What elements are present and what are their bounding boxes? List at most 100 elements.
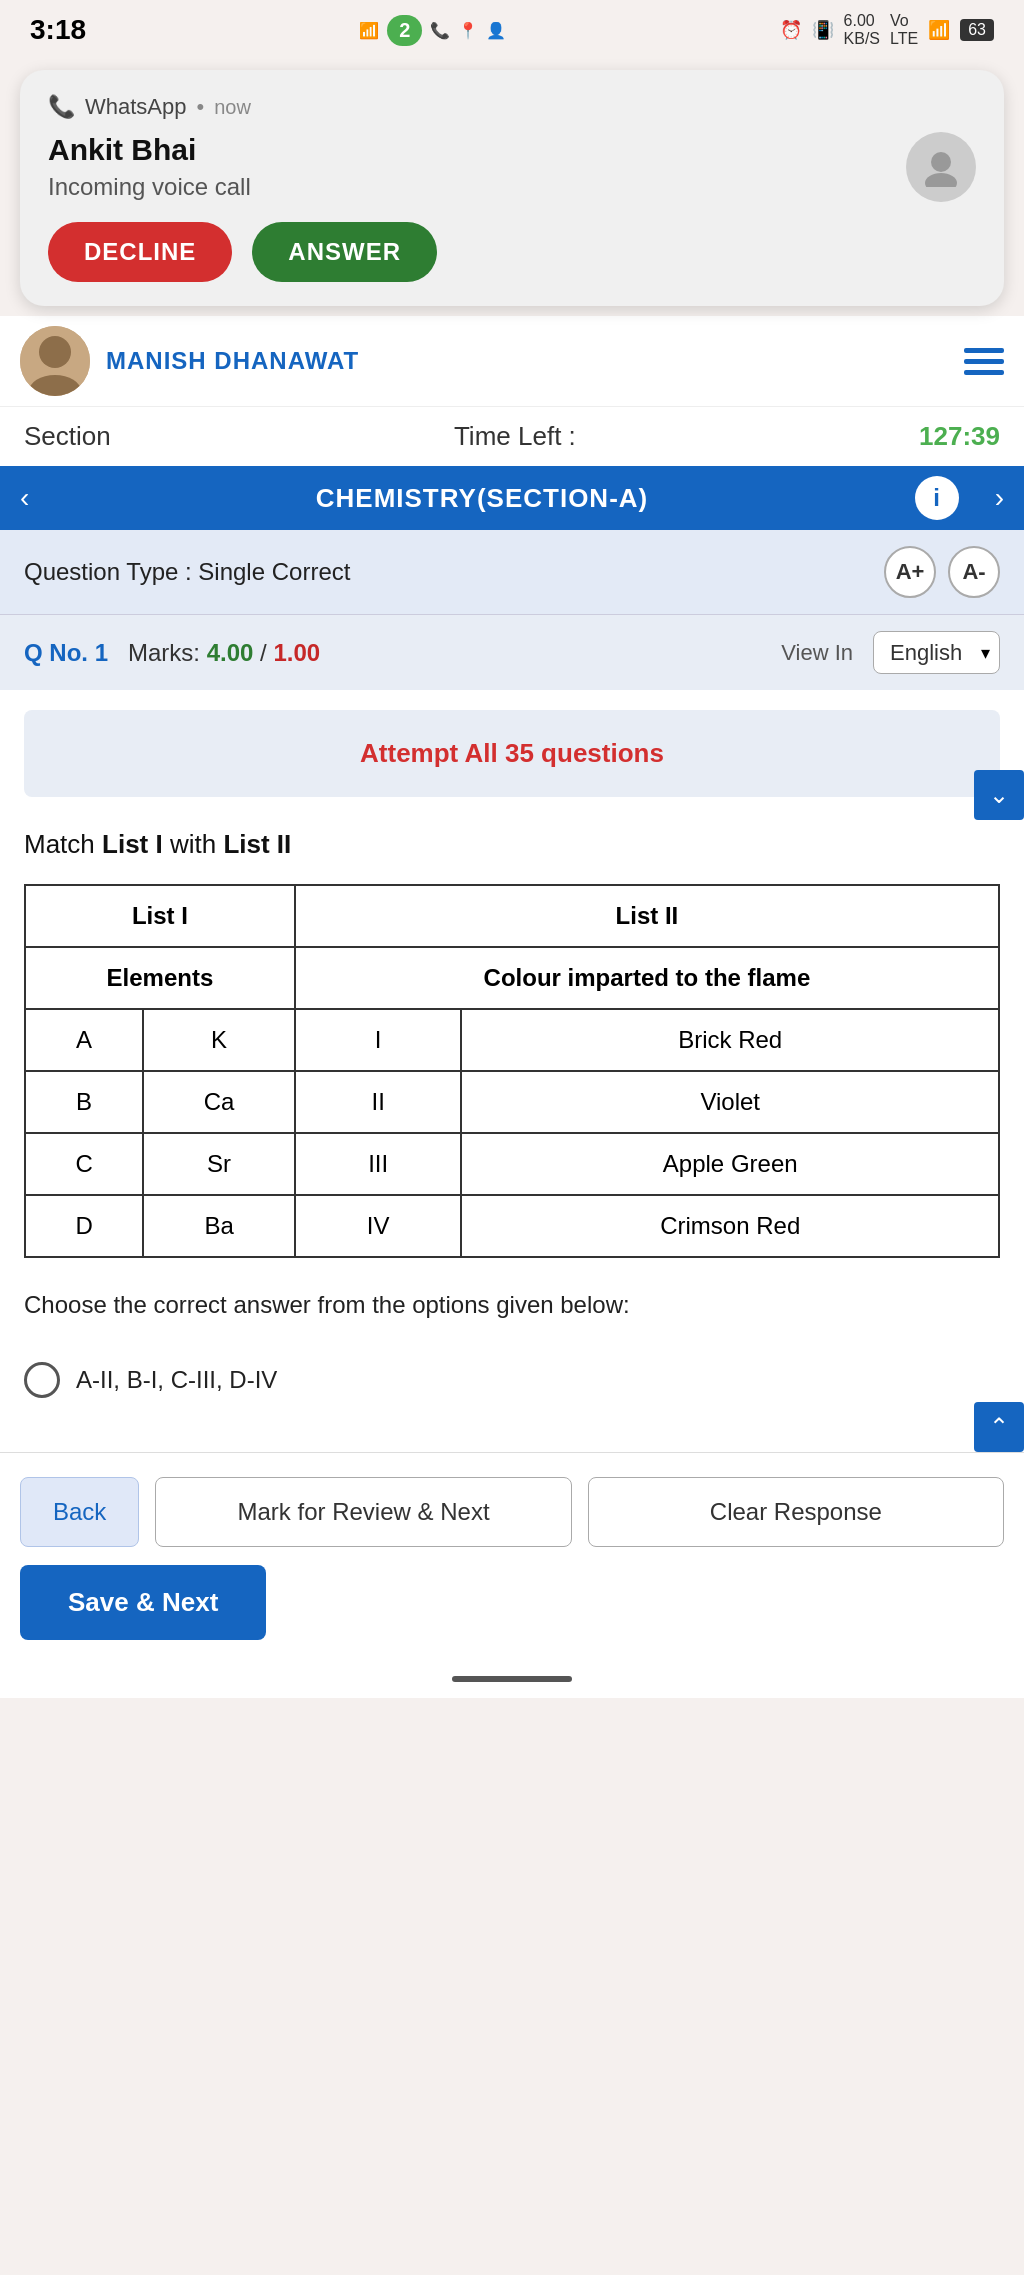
font-decrease-button[interactable]: A- (948, 546, 1000, 598)
user-icon: 👤 (486, 21, 506, 40)
match-instruction: Match List I with List II (24, 825, 1000, 864)
clear-response-button[interactable]: Clear Response (588, 1477, 1004, 1547)
exam-container: MANISH DHANAWAT Section Time Left : 127:… (0, 316, 1024, 1698)
table-row: A K I Brick Red (25, 1009, 999, 1071)
svg-point-0 (931, 152, 951, 172)
answer-button[interactable]: ANSWER (252, 222, 437, 282)
next-section-arrow[interactable]: › (975, 466, 1024, 530)
marks-negative: 1.00 (273, 639, 320, 666)
back-button[interactable]: Back (20, 1477, 139, 1547)
prev-section-arrow[interactable]: ‹ (0, 466, 49, 530)
status-bar: 3:18 📶 2 📞 📍 👤 ⏰ 📳 6.00KB/S VoLTE 📶 63 (0, 0, 1024, 60)
font-increase-button[interactable]: A+ (884, 546, 936, 598)
home-bar (452, 1676, 572, 1682)
font-buttons: A+ A- (884, 546, 1000, 598)
list1-header: List I (25, 885, 295, 947)
table-row: C Sr III Apple Green (25, 1133, 999, 1195)
option-radio[interactable] (24, 1362, 60, 1398)
table-cell-color: Apple Green (461, 1133, 999, 1195)
question-area: ⌄ Attempt All 35 questions Match List I … (0, 690, 1024, 1452)
notif-header: 📞 WhatsApp • now (48, 94, 976, 120)
notif-text-block: Ankit Bhai Incoming voice call (48, 133, 251, 201)
mark-review-button[interactable]: Mark for Review & Next (155, 1477, 571, 1547)
language-select[interactable]: English Hindi (873, 631, 1000, 674)
notif-body: Ankit Bhai Incoming voice call (48, 132, 976, 202)
question-number: Q No. 1 (24, 639, 108, 667)
status-time: 3:18 (30, 14, 86, 46)
table-cell-letter: B (25, 1071, 143, 1133)
question-type-text: Question Type : Single Correct (24, 558, 350, 586)
option-row[interactable]: A-II, B-I, C-III, D-IV (24, 1348, 1000, 1412)
notif-app-name: WhatsApp (85, 94, 187, 120)
table-cell-numeral: IV (295, 1195, 462, 1257)
table-cell-letter: C (25, 1133, 143, 1195)
table-cell-color: Brick Red (461, 1009, 999, 1071)
table-row: D Ba IV Crimson Red (25, 1195, 999, 1257)
decline-button[interactable]: DECLINE (48, 222, 232, 282)
language-selector-wrapper[interactable]: English Hindi (873, 631, 1000, 674)
profile-header: MANISH DHANAWAT (0, 316, 1024, 407)
status-icons-right: ⏰ 📳 6.00KB/S VoLTE 📶 63 (780, 12, 994, 48)
whatsapp-call-icon: 📞 (48, 94, 75, 120)
marks-label: Marks: 4.00 / 1.00 (128, 639, 320, 667)
table-cell-numeral: I (295, 1009, 462, 1071)
chevron-up-icon: ⌃ (989, 1413, 1009, 1441)
wifi-icon: 📶 (359, 21, 379, 40)
marks-positive: 4.00 (207, 639, 254, 666)
attempt-all-box: Attempt All 35 questions (24, 710, 1000, 797)
home-indicator (0, 1660, 1024, 1698)
attempt-all-text: Attempt All 35 questions (360, 738, 664, 768)
section-timer-row: Section Time Left : 127:39 (0, 407, 1024, 466)
table-cell-element: Ba (143, 1195, 295, 1257)
table-cell-numeral: II (295, 1071, 462, 1133)
timer-label: Time Left : (454, 421, 576, 452)
notif-buttons: DECLINE ANSWER (48, 222, 976, 282)
section-nav: ‹ CHEMISTRY(SECTION-A) i › (0, 466, 1024, 530)
section-label: Section (24, 421, 111, 452)
data-speed: 6.00KB/S (844, 12, 880, 48)
profile-avatar (20, 326, 90, 396)
scroll-down-button[interactable]: ⌄ (974, 770, 1024, 820)
bottom-row-2: Save & Next (20, 1565, 1004, 1640)
table-cell-element: Ca (143, 1071, 295, 1133)
alarm-icon: ⏰ (780, 19, 802, 41)
section-info-icon[interactable]: i (915, 476, 959, 520)
scroll-up-button[interactable]: ⌃ (974, 1402, 1024, 1452)
option-text: A-II, B-I, C-III, D-IV (76, 1366, 277, 1394)
notification-card: 📞 WhatsApp • now Ankit Bhai Incoming voi… (20, 70, 1004, 306)
avatar (906, 132, 976, 202)
list2-header: List II (295, 885, 999, 947)
notif-subtitle: Incoming voice call (48, 173, 251, 201)
choose-text: Choose the correct answer from the optio… (24, 1286, 1000, 1324)
hamburger-menu-icon[interactable] (964, 348, 1004, 375)
list1-subheader: Elements (25, 947, 295, 1009)
table-cell-color: Crimson Red (461, 1195, 999, 1257)
notif-caller-name: Ankit Bhai (48, 133, 251, 167)
notif-time: now (214, 96, 251, 119)
signal-icon: 📶 (928, 19, 950, 41)
bottom-action-bar: Back Mark for Review & Next Clear Respon… (0, 1452, 1024, 1660)
options-container: A-II, B-I, C-III, D-IV (24, 1348, 1000, 1412)
list2-subheader: Colour imparted to the flame (295, 947, 999, 1009)
wifi-badge: 2 (387, 15, 422, 46)
table-cell-element: Sr (143, 1133, 295, 1195)
vibrate-icon: 📳 (812, 19, 834, 41)
notif-dot: • (197, 94, 205, 120)
svg-point-3 (39, 336, 71, 368)
table-cell-letter: A (25, 1009, 143, 1071)
table-cell-letter: D (25, 1195, 143, 1257)
svg-point-1 (925, 173, 957, 187)
status-icons-left: 📶 2 📞 📍 👤 (359, 15, 506, 46)
table-cell-numeral: III (295, 1133, 462, 1195)
question-meta-row: Q No. 1 Marks: 4.00 / 1.00 View In Engli… (0, 615, 1024, 690)
timer-value: 127:39 (919, 421, 1000, 452)
bottom-row-1: Back Mark for Review & Next Clear Respon… (20, 1477, 1004, 1547)
question-type-bar: Question Type : Single Correct A+ A- (0, 530, 1024, 615)
profile-name: MANISH DHANAWAT (106, 347, 964, 375)
chevron-down-icon: ⌄ (989, 781, 1009, 809)
battery-icon: 63 (960, 19, 994, 41)
save-next-button[interactable]: Save & Next (20, 1565, 266, 1640)
table-cell-color: Violet (461, 1071, 999, 1133)
location-icon: 📍 (458, 21, 478, 40)
table-cell-element: K (143, 1009, 295, 1071)
